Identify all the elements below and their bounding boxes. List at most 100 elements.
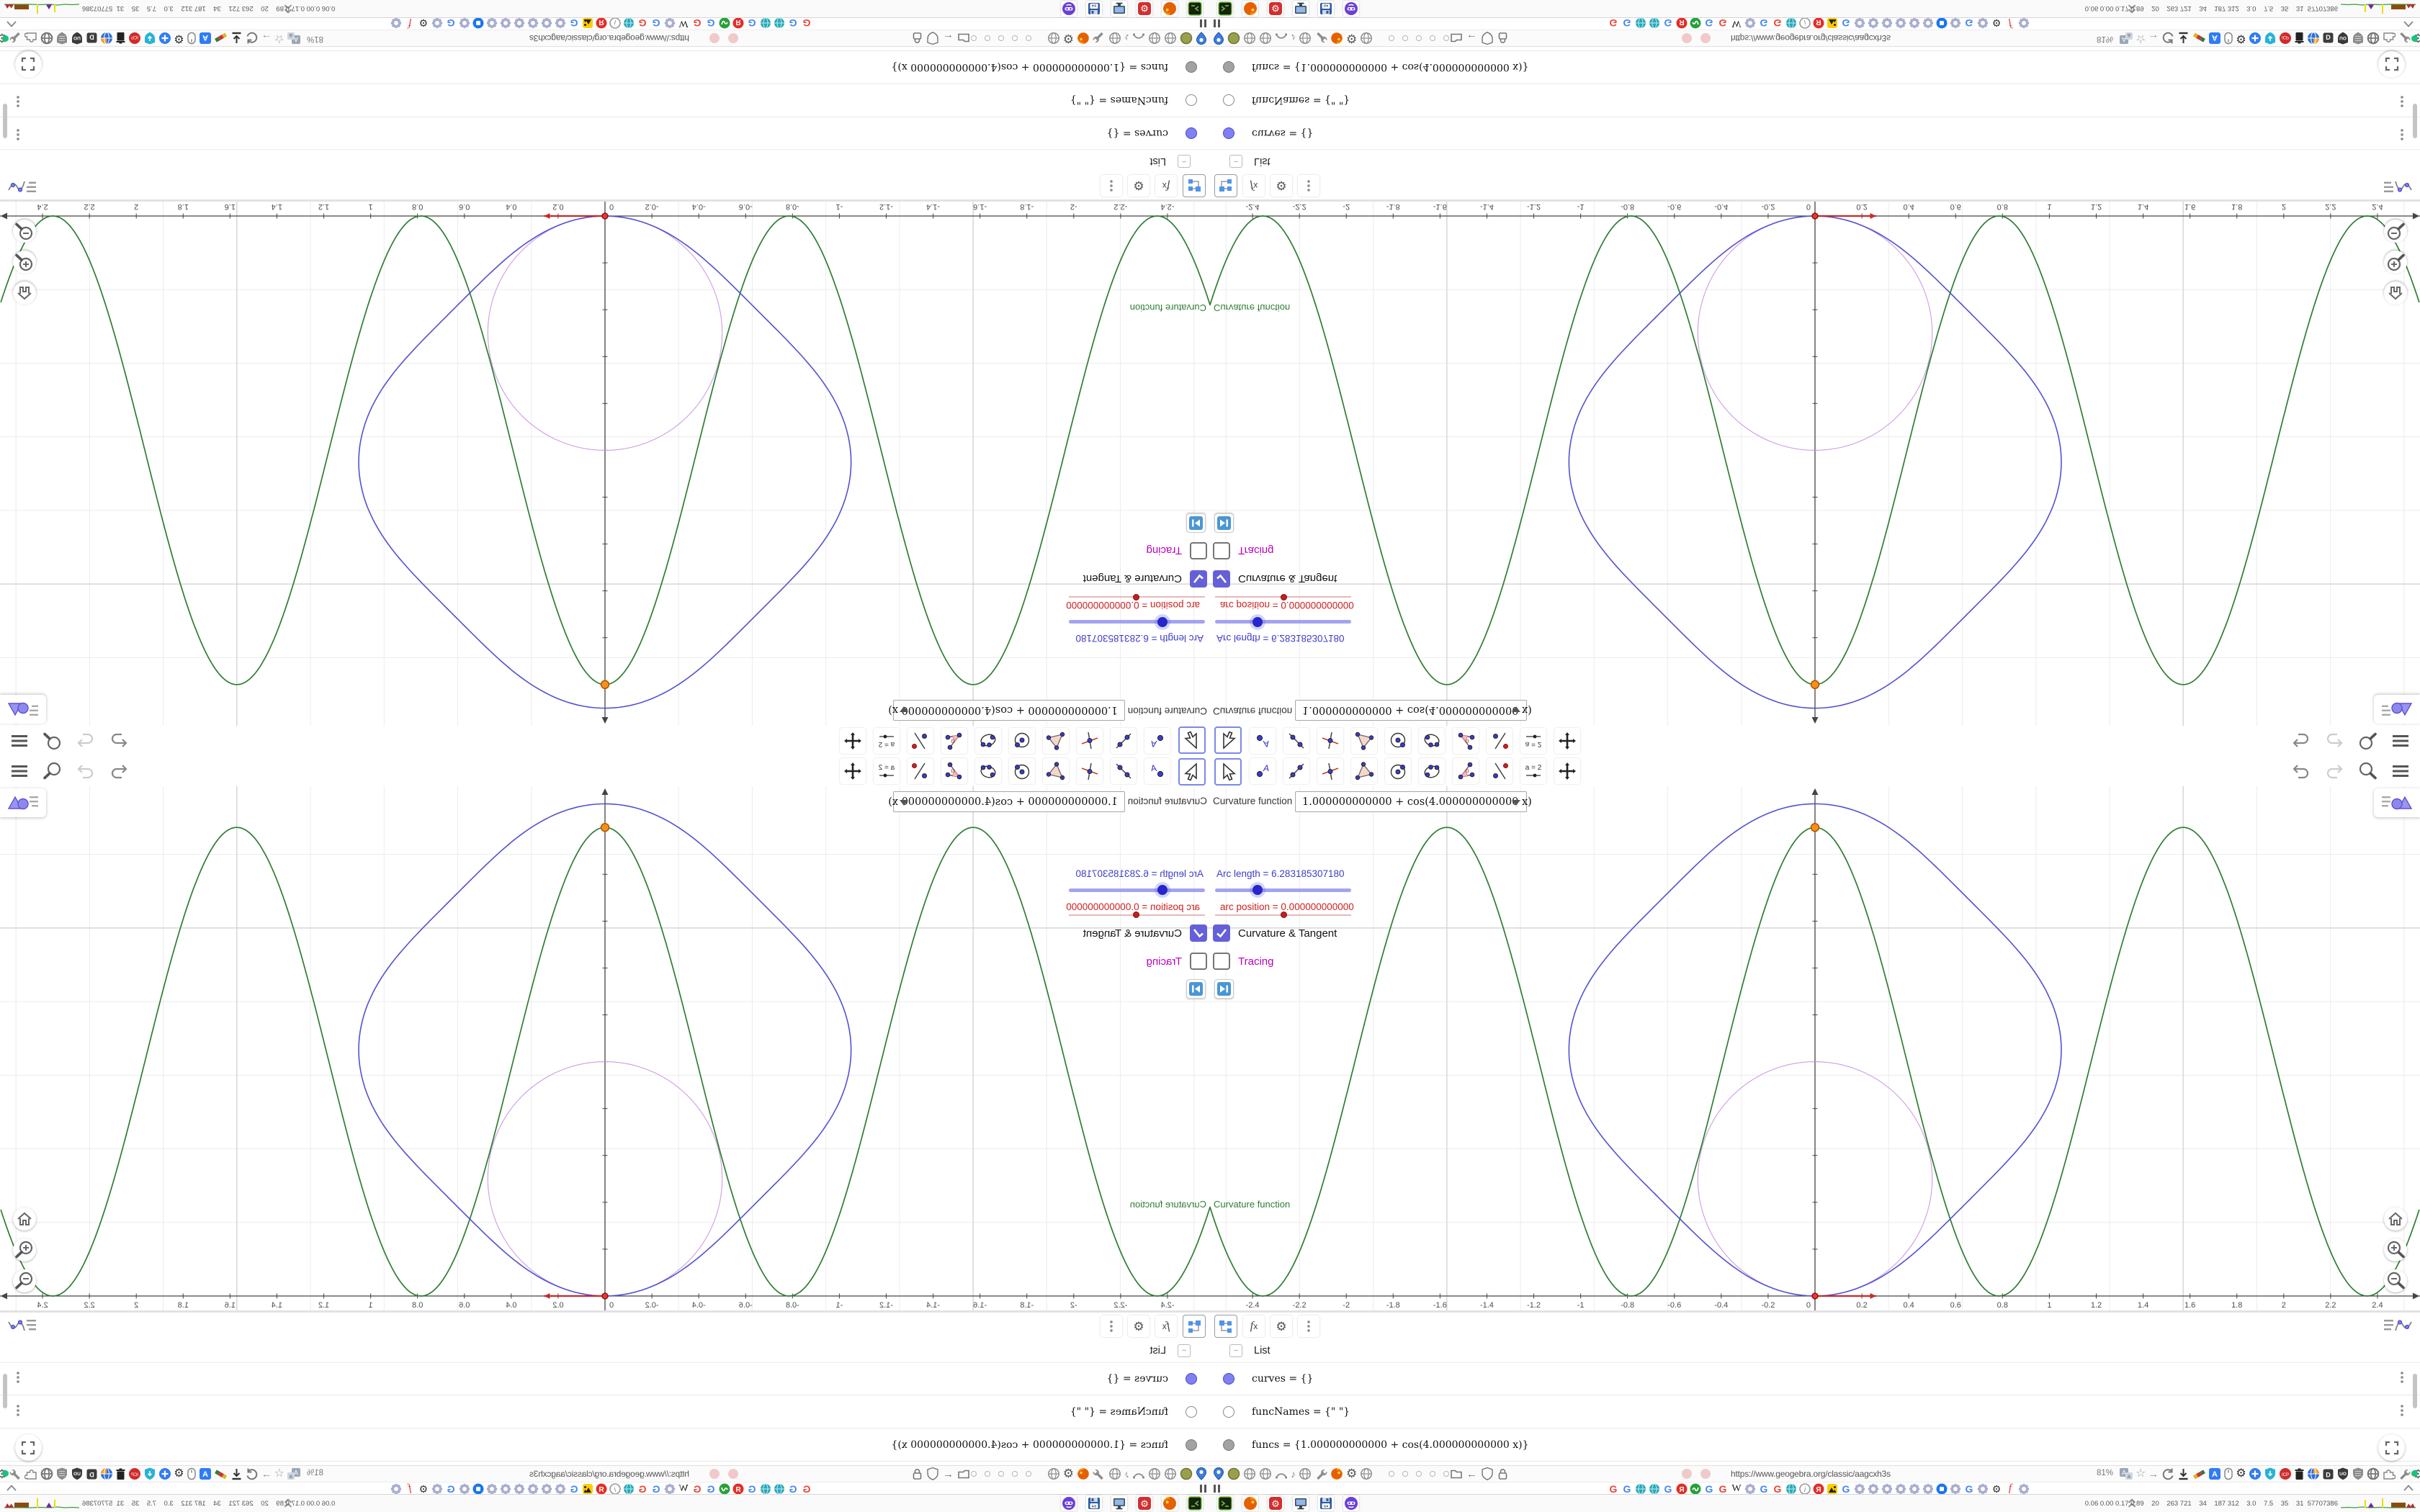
shield-outline-icon[interactable] [1481, 31, 1494, 45]
floppy-app-icon[interactable]: 64 [1318, 1495, 1334, 1511]
gear-fav-icon[interactable]: ⚙ [418, 1483, 429, 1495]
shield-outline-icon[interactable] [1481, 1467, 1494, 1481]
flower-gray-icon[interactable] [514, 1483, 525, 1495]
globe-color-icon[interactable] [2307, 1467, 2320, 1480]
flower-gray-icon[interactable] [541, 1483, 552, 1495]
arc-length-slider[interactable] [1069, 617, 1205, 627]
line-icon[interactable] [1283, 758, 1309, 784]
visibility-toggle[interactable] [1186, 1405, 1197, 1418]
star-icon[interactable]: ☆ [274, 1467, 284, 1480]
move-icon[interactable] [1178, 726, 1206, 754]
conic-through-points-icon[interactable] [1419, 758, 1445, 784]
flower-gray-icon[interactable] [1868, 18, 1879, 30]
flower-gray-icon[interactable] [486, 1483, 498, 1495]
point-icon[interactable]: A [1144, 758, 1170, 784]
move-graphics-view-icon[interactable] [1554, 728, 1580, 754]
kebab-icon[interactable] [2400, 128, 2404, 141]
marker-icon[interactable] [214, 32, 228, 45]
list-group-row[interactable]: − List [0, 1338, 1210, 1363]
G-red-icon[interactable]: G [1717, 18, 1729, 30]
visibility-toggle[interactable] [1186, 61, 1197, 73]
scrollbar-thumb[interactable] [3, 1374, 7, 1408]
wrench-gray-icon[interactable] [2398, 1467, 2411, 1480]
shield-outline-icon[interactable] [926, 1467, 939, 1481]
algebra-view-icon[interactable] [2383, 1316, 2413, 1335]
play-button[interactable] [1186, 513, 1206, 533]
flower-gray-icon[interactable] [486, 18, 498, 30]
algebra-row-curves[interactable]: curves = {} [1210, 117, 2420, 150]
undo-icon[interactable] [2290, 760, 2312, 782]
box-dark-icon[interactable]: D [2322, 1468, 2334, 1480]
fullscreen-button[interactable] [15, 51, 42, 78]
circle-red-icon[interactable]: ICP [2279, 32, 2292, 45]
flower-gray-icon[interactable] [1909, 18, 1920, 30]
graphics-view[interactable]: -2.4 -2.2 -2 -1.8 -1.6 -1.4 -1.2 -1 -0.8 -0.6 -0.4… [0, 202, 1210, 726]
G-blue-icon[interactable]: G [1703, 1483, 1715, 1495]
G-blue-icon[interactable]: G [705, 1483, 717, 1495]
flower-gray-icon[interactable] [1744, 1483, 1756, 1495]
metrica-yellow-icon[interactable] [1827, 1483, 1838, 1495]
algebra-row-funcs[interactable]: funcs = {1.000000000000 + cos(4.00000000… [1210, 1428, 2420, 1462]
reflect-about-line-icon[interactable] [1487, 758, 1512, 784]
gear-fav-icon[interactable]: ⚙ [1991, 18, 2002, 30]
list-group-row[interactable]: − List [0, 149, 1210, 174]
circle-blue-sq-icon[interactable] [472, 1483, 484, 1495]
pin-blue-icon[interactable] [1213, 32, 1224, 45]
graphics-style-button[interactable] [0, 788, 46, 817]
kebab-icon[interactable] [2400, 1404, 2404, 1417]
mouse-icon[interactable] [2223, 1467, 2233, 1480]
folder-icon[interactable] [957, 1468, 970, 1480]
list-group-row[interactable]: − List [1210, 149, 2420, 174]
trash-icon[interactable] [2294, 32, 2305, 45]
G-blue-icon[interactable]: G [1840, 1483, 1852, 1495]
trash-icon[interactable] [115, 32, 126, 45]
G-blue-icon[interactable]: G [1963, 18, 1975, 30]
home-button[interactable] [13, 282, 36, 305]
globe-gray-icon[interactable] [1360, 32, 1373, 45]
extension-dot-icon[interactable] [1026, 1471, 1031, 1477]
kebab-icon[interactable] [16, 1404, 20, 1417]
plus-blue-icon[interactable] [2249, 1467, 2262, 1480]
arc-position-slider-thumb[interactable] [1280, 912, 1287, 918]
curvature-tangent-checkbox[interactable] [1190, 570, 1207, 588]
folder-icon[interactable] [1450, 1468, 1463, 1480]
redo-icon[interactable] [75, 760, 97, 782]
circle-with-center-icon[interactable] [1385, 728, 1411, 754]
reflect-about-line-icon[interactable] [908, 728, 933, 754]
circle-olive-icon[interactable] [1227, 1467, 1240, 1480]
menu-icon[interactable] [9, 730, 30, 752]
yandex-red-icon[interactable]: Я [1676, 1483, 1688, 1495]
zoom-in-button[interactable] [2384, 251, 2407, 274]
point-icon[interactable]: A [1250, 758, 1276, 784]
flower-gray-icon[interactable] [527, 1483, 539, 1495]
search-icon[interactable] [42, 730, 63, 752]
refresh-icon[interactable] [2161, 1467, 2174, 1481]
star-icon[interactable]: ☆ [2136, 32, 2146, 45]
shield-gray-icon[interactable] [55, 1467, 68, 1481]
gear-glyph-icon[interactable]: ⚙ [1063, 32, 1074, 45]
circle-olive-icon[interactable] [1180, 32, 1193, 45]
gear-dark-icon[interactable]: ⚙ [2236, 1468, 2246, 1480]
chevron-up-icon[interactable] [2403, 20, 2414, 28]
translate-gray-icon[interactable]: Aa [2119, 32, 2133, 45]
lock-icon[interactable] [912, 1467, 923, 1480]
chevron-up-icon[interactable] [6, 1484, 17, 1492]
firefox-app-icon[interactable] [1242, 1, 1258, 17]
globe-gray-icon[interactable] [1243, 1467, 1256, 1480]
shield-cyan-icon[interactable] [2264, 31, 2277, 45]
zoom-in-button[interactable] [2384, 1238, 2407, 1261]
globe-gray-icon[interactable] [1259, 1467, 1272, 1480]
fullscreen-button[interactable] [2378, 51, 2405, 78]
zoom-out-button[interactable] [13, 220, 36, 243]
seed-green-icon[interactable] [1690, 18, 1701, 30]
graphics-style-button[interactable] [2374, 695, 2420, 724]
mouse-icon[interactable] [2223, 32, 2233, 45]
redo-icon[interactable] [2323, 730, 2345, 752]
wiki-W-icon[interactable]: W [678, 1483, 689, 1495]
line-icon[interactable] [1111, 728, 1137, 754]
arc-length-slider[interactable] [1215, 617, 1351, 627]
terminal-green-icon[interactable] [1187, 1495, 1203, 1511]
conic-through-points-icon[interactable] [975, 758, 1001, 784]
kebab-icon[interactable] [2400, 95, 2404, 108]
flower-gray-icon[interactable] [555, 1483, 566, 1495]
